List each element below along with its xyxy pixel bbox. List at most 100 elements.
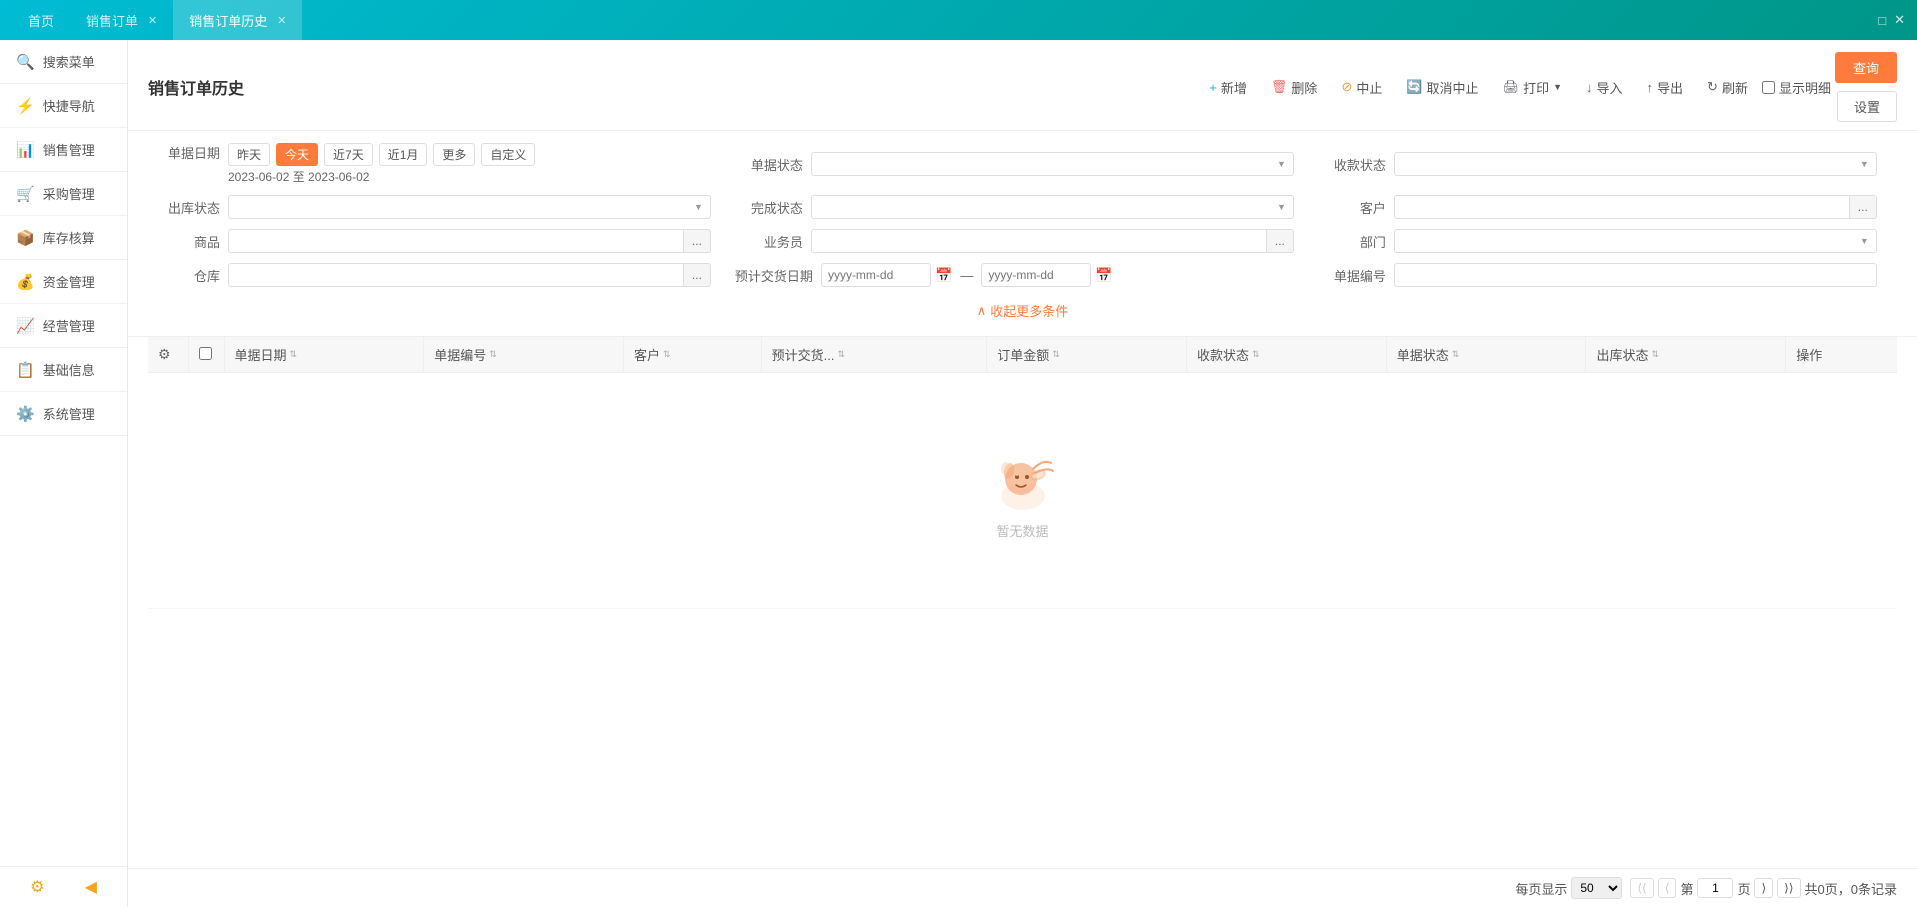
- bill-status-select[interactable]: [811, 152, 1294, 176]
- filter-row-4: 仓库 ... 预计交货日期 📅 — 📅: [148, 263, 1897, 287]
- table-container: ⚙ 单据日期 ⇅ 单据编号: [128, 337, 1917, 868]
- sidebar-item-system-label: 系统管理: [43, 404, 95, 423]
- page-size-label: 每页显示: [1515, 879, 1567, 898]
- page-size-dropdown[interactable]: 50 10 20 100: [1571, 877, 1622, 899]
- sort-icon-bill-status: ⇅: [1452, 349, 1460, 360]
- th-bill-no[interactable]: 单据编号 ⇅: [424, 337, 624, 373]
- expected-date-end[interactable]: [981, 263, 1091, 287]
- date-today[interactable]: 今天: [276, 143, 318, 166]
- date-1month[interactable]: 近1月: [379, 143, 428, 166]
- warehouse-status-select[interactable]: [228, 195, 711, 219]
- date-range: 2023-06-02 至 2023-06-02: [228, 168, 731, 185]
- select-all-checkbox[interactable]: [199, 347, 212, 360]
- th-bill-status[interactable]: 单据状态 ⇅: [1386, 337, 1586, 373]
- display-detail-checkbox[interactable]: 显示明细: [1762, 78, 1831, 97]
- first-page-button[interactable]: ⟨⟨: [1630, 878, 1653, 898]
- complete-status-select[interactable]: [811, 195, 1294, 219]
- sidebar-item-basic[interactable]: 📋 基础信息: [0, 348, 127, 392]
- customer-dots-btn[interactable]: ...: [1850, 195, 1877, 219]
- tab-home[interactable]: 首页: [12, 0, 70, 40]
- calendar-end-icon[interactable]: 📅: [1095, 267, 1112, 284]
- sidebar-item-inventory[interactable]: 📦 库存核算: [0, 216, 127, 260]
- add-button[interactable]: + 新增: [1199, 73, 1257, 102]
- finance-icon: 💰: [16, 273, 35, 291]
- cancel-stop-label: 取消中止: [1427, 78, 1479, 97]
- page-size-select: 每页显示 50 10 20 100: [1515, 877, 1622, 899]
- bill-status-label: 单据状态: [731, 155, 811, 174]
- sidebar-settings-icon[interactable]: ⚙: [30, 877, 44, 897]
- close-button[interactable]: ✕: [1894, 12, 1905, 28]
- topbar: 首页 销售订单 ✕ 销售订单历史 ✕ □ ✕: [0, 0, 1917, 40]
- toolbar: + 新增 🗑 删除 ⊘ 中止 🔄 取消中止 🖨 打印: [1199, 52, 1897, 122]
- page-input[interactable]: [1697, 878, 1733, 898]
- th-order-amount[interactable]: 订单金额 ⇅: [987, 337, 1187, 373]
- calendar-start-icon[interactable]: 📅: [935, 267, 952, 284]
- sidebar-item-sales[interactable]: 📊 销售管理: [0, 128, 127, 172]
- tab-sales-order-label: 销售订单: [86, 11, 138, 30]
- product-input[interactable]: [228, 229, 684, 253]
- filter-row-2: 出库状态 完成状态 客户: [148, 195, 1897, 219]
- customer-label: 客户: [1314, 198, 1394, 217]
- th-actions-label: 操作: [1796, 348, 1822, 363]
- sidebar-item-finance[interactable]: 💰 资金管理: [0, 260, 127, 304]
- inventory-icon: 📦: [16, 229, 35, 247]
- basic-icon: 📋: [16, 361, 35, 379]
- tab-sales-history-close[interactable]: ✕: [277, 14, 286, 27]
- last-page-button[interactable]: ⟩⟩: [1777, 878, 1800, 898]
- prev-page-button[interactable]: ⟨: [1658, 878, 1677, 898]
- add-icon: +: [1209, 80, 1217, 95]
- sort-icon-customer: ⇅: [663, 349, 671, 360]
- sidebar-item-search[interactable]: 🔍 搜索菜单: [0, 40, 127, 84]
- collapse-label: 收起更多条件: [990, 301, 1068, 320]
- filter-row-1: 单据日期 昨天 今天 近7天 近1月 更多 自定义 2023-06-02 至 2…: [148, 143, 1897, 185]
- th-bill-date[interactable]: 单据日期 ⇅: [224, 337, 424, 373]
- sort-icon-out-status: ⇅: [1652, 349, 1660, 360]
- warehouse-dots-btn[interactable]: ...: [684, 263, 711, 287]
- add-label: 新增: [1221, 78, 1247, 97]
- stop-button[interactable]: ⊘ 中止: [1331, 73, 1392, 102]
- display-detail-input[interactable]: [1762, 81, 1775, 94]
- refresh-label: 刷新: [1722, 78, 1748, 97]
- sidebar-item-system[interactable]: ⚙️ 系统管理: [0, 392, 127, 436]
- sidebar-item-operations[interactable]: 📈 经营管理: [0, 304, 127, 348]
- expected-date-start[interactable]: [821, 263, 931, 287]
- th-customer[interactable]: 客户 ⇅: [624, 337, 762, 373]
- tab-sales-order[interactable]: 销售订单 ✕: [70, 0, 173, 40]
- sidebar-item-finance-label: 资金管理: [43, 272, 95, 291]
- bill-number-label: 单据编号: [1314, 266, 1394, 285]
- import-button[interactable]: ↓ 导入: [1576, 73, 1633, 102]
- date-yesterday[interactable]: 昨天: [228, 143, 270, 166]
- sidebar-item-purchase[interactable]: 🛒 采购管理: [0, 172, 127, 216]
- refresh-button[interactable]: ↻ 刷新: [1697, 73, 1758, 102]
- delete-button[interactable]: 🗑 删除: [1261, 73, 1328, 102]
- date-more[interactable]: 更多: [433, 143, 475, 166]
- bill-number-input[interactable]: [1394, 263, 1877, 287]
- import-icon: ↓: [1586, 80, 1593, 95]
- query-button[interactable]: 查询: [1835, 52, 1897, 83]
- customer-input[interactable]: [1394, 195, 1850, 219]
- th-out-status[interactable]: 出库状态 ⇅: [1586, 337, 1786, 373]
- table-settings-icon[interactable]: ⚙: [158, 346, 171, 362]
- date-7days[interactable]: 近7天: [324, 143, 373, 166]
- collection-status-select[interactable]: [1394, 152, 1877, 176]
- print-button[interactable]: 🖨 打印 ▼: [1493, 73, 1572, 102]
- date-custom[interactable]: 自定义: [481, 143, 535, 166]
- collapse-bar[interactable]: ∧ 收起更多条件: [148, 297, 1897, 324]
- warehouse-input[interactable]: [228, 263, 684, 287]
- next-page-button[interactable]: ⟩: [1754, 878, 1773, 898]
- restore-button[interactable]: □: [1878, 13, 1886, 28]
- settings-button[interactable]: 设置: [1837, 91, 1897, 122]
- tab-sales-history[interactable]: 销售订单历史 ✕: [173, 0, 302, 40]
- th-expected-date[interactable]: 预计交货... ⇅: [761, 337, 987, 373]
- collection-status-label: 收款状态: [1314, 155, 1394, 174]
- salesperson-input[interactable]: [811, 229, 1267, 253]
- department-select[interactable]: [1394, 229, 1877, 253]
- product-dots-btn[interactable]: ...: [684, 229, 711, 253]
- export-button[interactable]: ↑ 导出: [1637, 73, 1694, 102]
- cancel-stop-button[interactable]: 🔄 取消中止: [1396, 73, 1488, 102]
- th-collection-status[interactable]: 收款状态 ⇅: [1186, 337, 1386, 373]
- tab-sales-order-close[interactable]: ✕: [148, 14, 157, 27]
- sidebar-item-nav[interactable]: ⚡ 快捷导航: [0, 84, 127, 128]
- salesperson-dots-btn[interactable]: ...: [1267, 229, 1294, 253]
- sidebar-collapse-icon[interactable]: ◀: [85, 877, 97, 897]
